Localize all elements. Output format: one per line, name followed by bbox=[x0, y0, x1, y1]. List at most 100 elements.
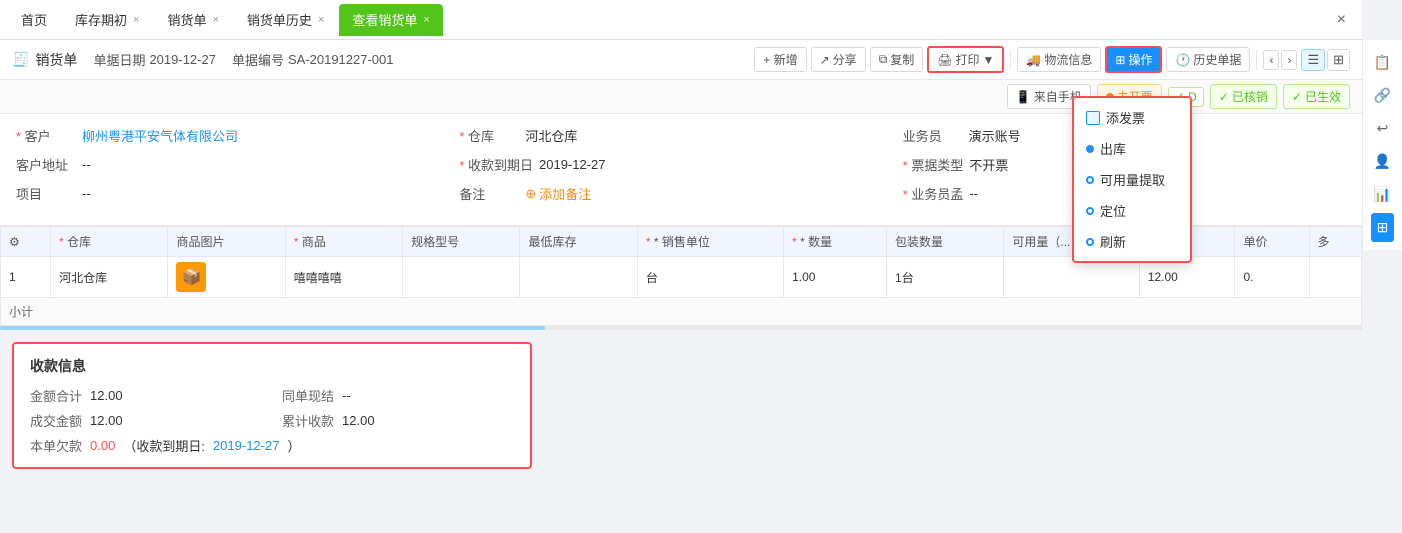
tab-inventory-init[interactable]: 库存期初 × bbox=[62, 4, 152, 36]
payment-date-label: 收款到期日 bbox=[459, 155, 533, 174]
next-arrow[interactable]: › bbox=[1281, 50, 1297, 70]
operations-dropdown: 添发票 出库 可用量提取 定位 刷新 bbox=[1072, 96, 1192, 263]
right-icon-3[interactable]: ↩ bbox=[1371, 114, 1395, 143]
right-icon-5[interactable]: 📊 bbox=[1368, 180, 1397, 209]
print-dropdown-arrow: ▼ bbox=[983, 53, 995, 67]
logistics-icon: 🚚 bbox=[1026, 53, 1041, 67]
project-value: -- bbox=[82, 186, 91, 201]
project-field: 项目 -- bbox=[16, 184, 459, 203]
tab-view-sales[interactable]: 查看销货单 × bbox=[339, 4, 442, 36]
dropdown-available-qty[interactable]: 可用量提取 bbox=[1074, 164, 1190, 195]
doc-date-label: 单据日期 2019-12-27 bbox=[93, 50, 216, 69]
add-note-btn[interactable]: ⊕ 添加备注 bbox=[525, 184, 591, 203]
address-value: -- bbox=[82, 157, 91, 172]
dropdown-outbound[interactable]: 出库 bbox=[1074, 133, 1190, 164]
outbound-dot-icon bbox=[1086, 145, 1094, 153]
new-button[interactable]: + 新增 bbox=[754, 47, 806, 72]
tab-close-view-sales[interactable]: × bbox=[423, 14, 429, 26]
col-more: 多 bbox=[1309, 227, 1362, 257]
refresh-dot-icon bbox=[1086, 238, 1094, 246]
total-label: 金额合计 bbox=[30, 386, 82, 405]
doc-type-label: 销货单 bbox=[35, 50, 77, 70]
right-icon-6[interactable]: ⊞ bbox=[1371, 213, 1395, 242]
same-order-label: 同单现结 bbox=[282, 386, 334, 405]
transaction-value: 12.00 bbox=[90, 413, 123, 428]
col-price: 单价 bbox=[1235, 227, 1309, 257]
row-spec bbox=[403, 257, 520, 298]
col-unit: * 销售单位 bbox=[637, 227, 783, 257]
dropdown-add-invoice[interactable]: 添发票 bbox=[1074, 102, 1190, 133]
prev-arrow[interactable]: ‹ bbox=[1263, 50, 1279, 70]
cumulative-value: 12.00 bbox=[342, 413, 375, 428]
arrears-end: ） bbox=[287, 436, 300, 455]
grid-view-icon[interactable]: ⊞ bbox=[1327, 49, 1350, 71]
warehouse-label: 仓库 bbox=[459, 126, 519, 145]
payment-date-field: 收款到期日 2019-12-27 bbox=[459, 155, 902, 174]
locate-dot-icon bbox=[1086, 207, 1094, 215]
row-pack-qty: 1台 bbox=[887, 257, 1004, 298]
header-toolbar: 🧾 销货单 单据日期 2019-12-27 单据编号 SA-20191227-0… bbox=[0, 40, 1362, 80]
right-icon-4[interactable]: 👤 bbox=[1368, 147, 1397, 176]
payment-same-order-row: 同单现结 -- bbox=[282, 386, 514, 405]
operations-button[interactable]: ⊞ 操作 bbox=[1105, 46, 1162, 73]
customer-value[interactable]: 柳州粤港平安气体有限公司 bbox=[82, 126, 238, 145]
payment-transaction-row: 成交金额 12.00 bbox=[30, 411, 262, 430]
print-icon: 🖨 bbox=[937, 53, 952, 67]
arrears-note: （收款到期日: bbox=[123, 436, 205, 455]
add-invoice-icon bbox=[1086, 111, 1100, 125]
tab-close-sales[interactable]: × bbox=[212, 14, 218, 26]
right-icon-2[interactable]: 🔗 bbox=[1368, 81, 1397, 110]
tab-sales-history[interactable]: 销货单历史 × bbox=[234, 4, 337, 36]
doc-icon: 🧾 bbox=[12, 51, 29, 68]
scroll-track bbox=[0, 326, 1362, 330]
transaction-label: 成交金额 bbox=[30, 411, 82, 430]
settings-icon[interactable]: ⚙ bbox=[9, 235, 20, 249]
payment-title: 收款信息 bbox=[30, 356, 514, 376]
row-min-stock bbox=[520, 257, 637, 298]
mobile-icon: 📱 bbox=[1016, 90, 1031, 104]
right-icon-1[interactable]: 📋 bbox=[1368, 48, 1397, 77]
note-label: 备注 bbox=[459, 184, 519, 203]
tab-home[interactable]: 首页 bbox=[8, 4, 60, 36]
same-order-value: -- bbox=[342, 388, 351, 403]
warehouse-value: 河北仓库 bbox=[525, 126, 577, 145]
doc-title: 🧾 销货单 bbox=[12, 50, 77, 70]
col-warehouse: 仓库 bbox=[51, 227, 168, 257]
dropdown-locate[interactable]: 定位 bbox=[1074, 195, 1190, 226]
col-product: 商品 bbox=[285, 227, 402, 257]
cumulative-label: 累计收款 bbox=[282, 411, 334, 430]
right-panel: 📋 🔗 ↩ 👤 📊 ⊞ bbox=[1362, 40, 1402, 250]
arrears-value: 0.00 bbox=[90, 438, 115, 453]
window-close-button[interactable]: × bbox=[1329, 7, 1354, 33]
customer-field: 客户 柳州粤港平安气体有限公司 bbox=[16, 126, 459, 145]
staff-value: 演示账号 bbox=[969, 126, 1021, 145]
scroll-thumb bbox=[0, 326, 545, 330]
business-staff-label: 业务员孟 bbox=[903, 184, 964, 203]
tab-sales-order[interactable]: 销货单 × bbox=[154, 4, 231, 36]
cancelled-btn[interactable]: ✓ 已核销 bbox=[1210, 84, 1277, 109]
address-label: 客户地址 bbox=[16, 155, 76, 174]
payment-grid: 金额合计 12.00 同单现结 -- 成交金额 12.00 累计收款 12.00… bbox=[30, 386, 514, 455]
list-view-icon[interactable]: ☰ bbox=[1301, 49, 1325, 71]
col-spec: 规格型号 bbox=[403, 227, 520, 257]
col-settings[interactable]: ⚙ bbox=[1, 227, 51, 257]
tab-close-inventory[interactable]: × bbox=[133, 14, 139, 26]
share-button[interactable]: ↗ 分享 bbox=[811, 47, 866, 72]
view-icons: ☰ ⊞ bbox=[1301, 49, 1350, 71]
product-image: 📦 bbox=[176, 262, 206, 292]
toolbar-right: + 新增 ↗ 分享 ⧉ 复制 🖨 打印 ▼ 🚚 物流信息 ⊞ 操作 bbox=[754, 46, 1350, 73]
effective-btn[interactable]: ✓ 已生效 bbox=[1283, 84, 1350, 109]
business-staff-value: -- bbox=[969, 186, 978, 201]
row-image: 📦 bbox=[168, 257, 285, 298]
share-icon: ↗ bbox=[820, 53, 830, 67]
dropdown-refresh[interactable]: 刷新 bbox=[1074, 226, 1190, 257]
ticket-type-value: 不开票 bbox=[969, 155, 1008, 174]
copy-button[interactable]: ⧉ 复制 bbox=[870, 47, 924, 72]
staff-label: 业务员 bbox=[903, 126, 963, 145]
tab-close-history[interactable]: × bbox=[318, 14, 324, 26]
col-pack-qty: 包装数量 bbox=[887, 227, 1004, 257]
print-button[interactable]: 🖨 打印 ▼ bbox=[927, 46, 1004, 73]
col-image: 商品图片 bbox=[168, 227, 285, 257]
logistics-button[interactable]: 🚚 物流信息 bbox=[1017, 47, 1101, 72]
history-button[interactable]: 🕐 历史单据 bbox=[1166, 47, 1250, 72]
